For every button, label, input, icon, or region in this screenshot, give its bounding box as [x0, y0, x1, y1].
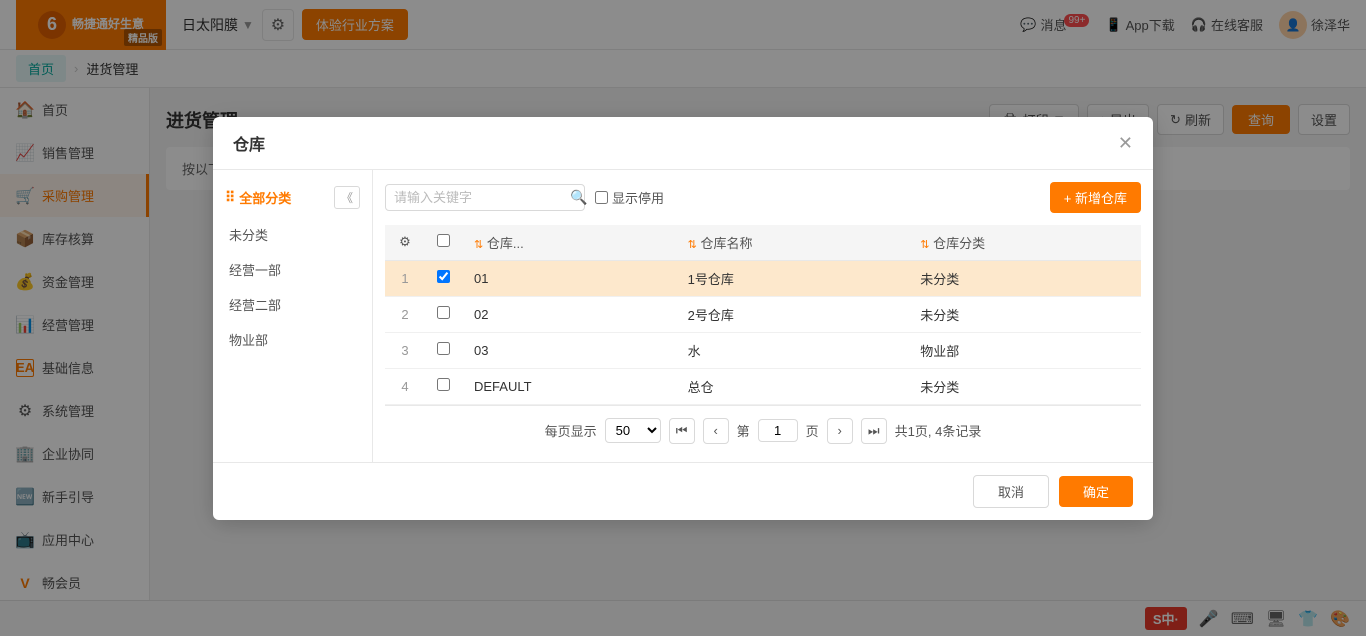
table-header-row: ⚙ ⇅ 仓库... ⇅: [385, 225, 1141, 261]
row-name: 水: [676, 332, 909, 368]
modal-close-button[interactable]: ✕: [1118, 134, 1133, 152]
modal-content-right: 🔍 显示停用 + 新增仓库 ⚙: [373, 170, 1153, 462]
row-category: 物业部: [908, 332, 1141, 368]
confirm-button[interactable]: 确定: [1059, 476, 1133, 507]
modal-header: 仓库 ✕: [213, 117, 1153, 170]
row-checkbox-cell: [425, 260, 462, 296]
pagination: 每页显示 50 10 20 100 ⏮ ‹ 第 页 › ⏭ 共1页, 4条记录: [385, 405, 1141, 450]
row-code: 02: [462, 296, 676, 332]
table-row[interactable]: 4 DEFAULT 总仓 未分类: [385, 368, 1141, 404]
row-code: DEFAULT: [462, 368, 676, 404]
row-name: 1号仓库: [676, 260, 909, 296]
modal-category-sidebar: ⠿ 全部分类 《 未分类 经营一部 经营二部 物业部: [213, 170, 373, 462]
modal-overlay: 仓库 ✕ ⠿ 全部分类 《 未分类 经营一部: [0, 0, 1366, 636]
row-name: 2号仓库: [676, 296, 909, 332]
row-code: 03: [462, 332, 676, 368]
prev-page-btn[interactable]: ‹: [703, 418, 729, 444]
cancel-button[interactable]: 取消: [973, 475, 1049, 508]
show-disabled-label: 显示停用: [612, 188, 664, 207]
row-code: 01: [462, 260, 676, 296]
col-settings-icon[interactable]: ⚙: [399, 234, 411, 249]
row-name: 总仓: [676, 368, 909, 404]
row-checkbox-cell: [425, 332, 462, 368]
search-icon[interactable]: 🔍: [570, 189, 587, 206]
category-label-dept3: 物业部: [229, 333, 268, 348]
category-label-dept2: 经营二部: [229, 298, 281, 313]
row-category: 未分类: [908, 260, 1141, 296]
per-page-select[interactable]: 50 10 20 100: [605, 418, 661, 443]
category-sort-icon: ⇅: [920, 239, 929, 251]
warehouse-search[interactable]: 🔍: [385, 184, 585, 211]
col-name: ⇅ 仓库名称: [676, 225, 909, 261]
code-sort-icon: ⇅: [474, 239, 483, 251]
table-body: 1 01 1号仓库 未分类 2 02 2号仓库 未分类 3 03 水 物业部 4: [385, 260, 1141, 404]
first-page-btn[interactable]: ⏮: [669, 418, 695, 444]
name-sort-icon: ⇅: [688, 239, 697, 251]
row-num: 1: [385, 260, 425, 296]
search-input[interactable]: [394, 190, 570, 205]
grid-icon: ⠿: [225, 189, 235, 206]
row-num: 2: [385, 296, 425, 332]
col-code: ⇅ 仓库...: [462, 225, 676, 261]
row-category: 未分类: [908, 368, 1141, 404]
table-row[interactable]: 3 03 水 物业部: [385, 332, 1141, 368]
modal-sidebar-header: ⠿ 全部分类 《: [213, 178, 372, 217]
warehouse-modal: 仓库 ✕ ⠿ 全部分类 《 未分类 经营一部: [213, 117, 1153, 520]
row-category: 未分类: [908, 296, 1141, 332]
last-page-btn[interactable]: ⏭: [861, 418, 887, 444]
row-checkbox-cell: [425, 368, 462, 404]
category-item-uncat[interactable]: 未分类: [213, 217, 372, 252]
col-category: ⇅ 仓库分类: [908, 225, 1141, 261]
table-row[interactable]: 2 02 2号仓库 未分类: [385, 296, 1141, 332]
select-all-checkbox[interactable]: [437, 234, 450, 247]
col-settings: ⚙: [385, 225, 425, 261]
modal-footer: 取消 确定: [213, 462, 1153, 520]
page-suffix: 页: [806, 421, 819, 440]
row-checkbox[interactable]: [437, 306, 450, 319]
modal-body: ⠿ 全部分类 《 未分类 经营一部 经营二部 物业部: [213, 170, 1153, 462]
collapse-button[interactable]: 《: [334, 186, 360, 209]
show-disabled-checkbox[interactable]: [595, 191, 608, 204]
row-checkbox[interactable]: [437, 270, 450, 283]
next-page-btn[interactable]: ›: [827, 418, 853, 444]
category-item-dept2[interactable]: 经营二部: [213, 287, 372, 322]
row-num: 4: [385, 368, 425, 404]
category-label-uncat: 未分类: [229, 228, 268, 243]
modal-title: 仓库: [233, 131, 265, 155]
show-disabled-toggle: 显示停用: [595, 188, 664, 207]
row-num: 3: [385, 332, 425, 368]
table-row[interactable]: 1 01 1号仓库 未分类: [385, 260, 1141, 296]
col-name-label: 仓库名称: [700, 236, 752, 251]
category-label-dept1: 经营一部: [229, 263, 281, 278]
category-item-dept3[interactable]: 物业部: [213, 322, 372, 357]
page-label: 第: [737, 421, 750, 440]
per-page-label: 每页显示: [545, 421, 597, 440]
table-head: ⚙ ⇅ 仓库... ⇅: [385, 225, 1141, 261]
table: ⚙ ⇅ 仓库... ⇅: [385, 225, 1141, 405]
row-checkbox[interactable]: [437, 342, 450, 355]
page-number-input[interactable]: [758, 419, 798, 442]
total-info: 共1页, 4条记录: [895, 421, 982, 440]
col-code-label: 仓库...: [487, 236, 524, 251]
col-category-label: 仓库分类: [933, 236, 985, 251]
category-item-dept1[interactable]: 经营一部: [213, 252, 372, 287]
row-checkbox-cell: [425, 296, 462, 332]
row-checkbox[interactable]: [437, 378, 450, 391]
modal-sidebar-title: ⠿ 全部分类: [225, 188, 291, 207]
add-warehouse-button[interactable]: + 新增仓库: [1050, 182, 1141, 213]
warehouse-table: ⚙ ⇅ 仓库... ⇅: [385, 225, 1141, 405]
modal-toolbar: 🔍 显示停用 + 新增仓库: [385, 182, 1141, 213]
col-checkbox: [425, 225, 462, 261]
